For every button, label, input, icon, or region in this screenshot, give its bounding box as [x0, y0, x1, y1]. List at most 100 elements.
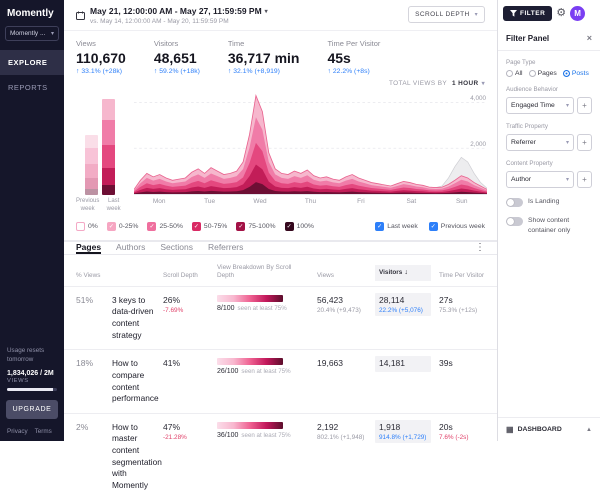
column-header-visitors[interactable]: Visitors ↓: [375, 265, 431, 280]
pct-views-cell: 51%: [76, 295, 104, 305]
column-header-views[interactable]: Views: [317, 272, 367, 281]
tab-authors[interactable]: Authors: [116, 242, 145, 254]
time-delta: 7.6% (-2s): [439, 434, 487, 441]
views-cell: 56,423 20.4% (+9,473): [317, 295, 367, 314]
usage-unit: VIEWS: [0, 378, 64, 388]
interval-select[interactable]: 1 HOUR ▾: [452, 80, 485, 87]
visitors-value: 28,114: [379, 295, 427, 305]
sidebar-item-explore[interactable]: EXPLORE: [0, 50, 64, 75]
sidebar-item-reports[interactable]: REPORTS: [0, 75, 64, 100]
chevron-down-icon: ▾: [51, 30, 54, 37]
metric-delta: 32.1% (+8,919): [233, 68, 280, 75]
usage-reset-note: Usage resets tomorrow: [0, 347, 64, 365]
checkbox-checked-icon[interactable]: [429, 222, 438, 231]
scroll-depth-value: 26%: [163, 295, 209, 305]
radio-all[interactable]: All: [506, 70, 523, 77]
last-week-checkbox[interactable]: Last week: [375, 222, 418, 231]
dashboard-bar[interactable]: ▦ DASHBOARD ▲: [498, 417, 600, 441]
metric-select[interactable]: SCROLL DEPTH ▾: [408, 6, 485, 23]
legend-bucket-0[interactable]: 0%: [76, 222, 98, 231]
terms-link[interactable]: Terms: [35, 428, 52, 435]
bucket-label: 25-50%: [159, 223, 182, 230]
date-range-selector[interactable]: May 21, 12:00:00 AM - May 27, 11:59:59 P…: [90, 6, 268, 16]
checkbox-checked-icon[interactable]: [375, 222, 384, 231]
add-audience-filter-button[interactable]: +: [577, 97, 592, 114]
close-icon[interactable]: ×: [587, 33, 592, 43]
area-chart-column: 4,000 2,000 MonTueWedThuFriSatSun: [134, 91, 487, 214]
bucket-checkbox[interactable]: ✓: [107, 222, 116, 231]
section-label: Traffic Property: [506, 123, 592, 130]
metric-summary-row: Views 110,670 ↑33.1% (+28k) Visitors 48,…: [64, 31, 497, 77]
bucket-checkbox[interactable]: ✓: [285, 222, 294, 231]
time-per-visitor-cell: 20s 7.6% (-2s): [439, 422, 487, 441]
metric-label: Time: [228, 39, 300, 48]
up-arrow-icon: ↑: [76, 68, 79, 75]
workspace-selector[interactable]: Momently ... ▾: [5, 26, 59, 41]
table-row[interactable]: 51% 3 keys to data-driven content strate…: [64, 286, 497, 349]
bucket-checkbox[interactable]: ✓: [192, 222, 201, 231]
audience-behavior-select[interactable]: Engaged Time ▾: [506, 97, 574, 114]
previous-week-checkbox[interactable]: Previous week: [429, 222, 485, 231]
is-landing-toggle-row: Is Landing: [506, 197, 592, 207]
column-header-pct-views[interactable]: % Views: [76, 272, 104, 281]
legend-bucket-3[interactable]: ✓ 50-75%: [192, 222, 227, 231]
last-week-bar-label: Last week: [103, 198, 124, 214]
filter-panel-title: Filter Panel: [506, 34, 549, 43]
chart-header-label: TOTAL VIEWS BY: [389, 80, 447, 87]
radio-label: Posts: [572, 70, 589, 77]
x-axis-label: Tue: [184, 198, 234, 205]
page-title-link[interactable]: 3 keys to data-driven content strategy: [112, 295, 155, 341]
bucket-checkbox[interactable]: ✓: [236, 222, 245, 231]
chevron-up-icon: ▲: [586, 427, 592, 433]
radio-posts[interactable]: Posts: [563, 70, 589, 77]
tab-pages[interactable]: Pages: [76, 242, 101, 254]
add-content-filter-button[interactable]: +: [577, 171, 592, 188]
radio-pages[interactable]: Pages: [529, 70, 557, 77]
radio-icon: [563, 70, 570, 77]
metric-delta: 33.1% (+28k): [81, 68, 122, 75]
views-value: 19,663: [317, 358, 367, 368]
page-title-link[interactable]: How to compare content performance: [112, 358, 155, 404]
tab-sections[interactable]: Sections: [160, 242, 193, 254]
table-row[interactable]: 2% How to master content segmentation wi…: [64, 413, 497, 499]
privacy-link[interactable]: Privacy: [7, 428, 28, 435]
legend-bucket-4[interactable]: ✓ 75-100%: [236, 222, 275, 231]
add-traffic-filter-button[interactable]: +: [577, 134, 592, 151]
column-header-scroll-depth[interactable]: Scroll Depth: [163, 272, 209, 281]
x-axis-label: Mon: [134, 198, 184, 205]
x-axis-label: Thu: [285, 198, 335, 205]
legend-bucket-1[interactable]: ✓ 0-25%: [107, 222, 139, 231]
chevron-down-icon: ▾: [566, 139, 569, 146]
usage-progress-bar: [7, 388, 57, 391]
page-title-link[interactable]: How to master content segmentation with …: [112, 422, 155, 492]
views-delta: 802.1% (+1,948): [317, 434, 367, 441]
scroll-depth-delta: -21.28%: [163, 434, 209, 441]
radio-icon: [506, 70, 513, 77]
visitors-cell: 1,918 914.8% (+1,729): [375, 420, 431, 443]
ratio-value: 26/100: [217, 368, 238, 375]
filter-button[interactable]: FILTER: [503, 6, 552, 21]
x-axis-label: Wed: [235, 198, 285, 205]
time-delta: 75.3% (+12s): [439, 307, 487, 314]
tab-referrers[interactable]: Referrers: [208, 242, 243, 254]
dashboard-grid-icon: ▦: [506, 425, 514, 434]
bucket-checkbox[interactable]: [76, 222, 85, 231]
legend-bucket-2[interactable]: ✓ 25-50%: [147, 222, 182, 231]
column-header-time-per-visitor[interactable]: Time Per Visitor: [439, 272, 487, 281]
kebab-menu-icon[interactable]: ⋮: [475, 242, 485, 253]
scroll-depth-legend: 0% ✓ 0-25% ✓ 25-50% ✓ 50-75% ✓ 75-100% ✓…: [64, 214, 497, 240]
gear-icon[interactable]: ⚙: [556, 8, 566, 19]
column-header-view-breakdown[interactable]: View Breakdown By Scroll Depth: [217, 264, 309, 281]
table-row[interactable]: 18% How to compare content performance 4…: [64, 349, 497, 412]
avatar[interactable]: M: [570, 6, 585, 21]
content-container-toggle[interactable]: [506, 217, 523, 226]
upgrade-button[interactable]: UPGRADE: [6, 400, 58, 419]
panel-toolbar: FILTER ⚙ M: [498, 0, 600, 26]
traffic-property-select[interactable]: Referrer ▾: [506, 134, 574, 151]
is-landing-toggle[interactable]: [506, 198, 523, 207]
area-chart[interactable]: 4,000 2,000: [134, 91, 487, 195]
content-property-select[interactable]: Author ▾: [506, 171, 574, 188]
bucket-checkbox[interactable]: ✓: [147, 222, 156, 231]
legend-bucket-5[interactable]: ✓ 100%: [285, 222, 314, 231]
chevron-down-icon: ▾: [265, 8, 268, 15]
